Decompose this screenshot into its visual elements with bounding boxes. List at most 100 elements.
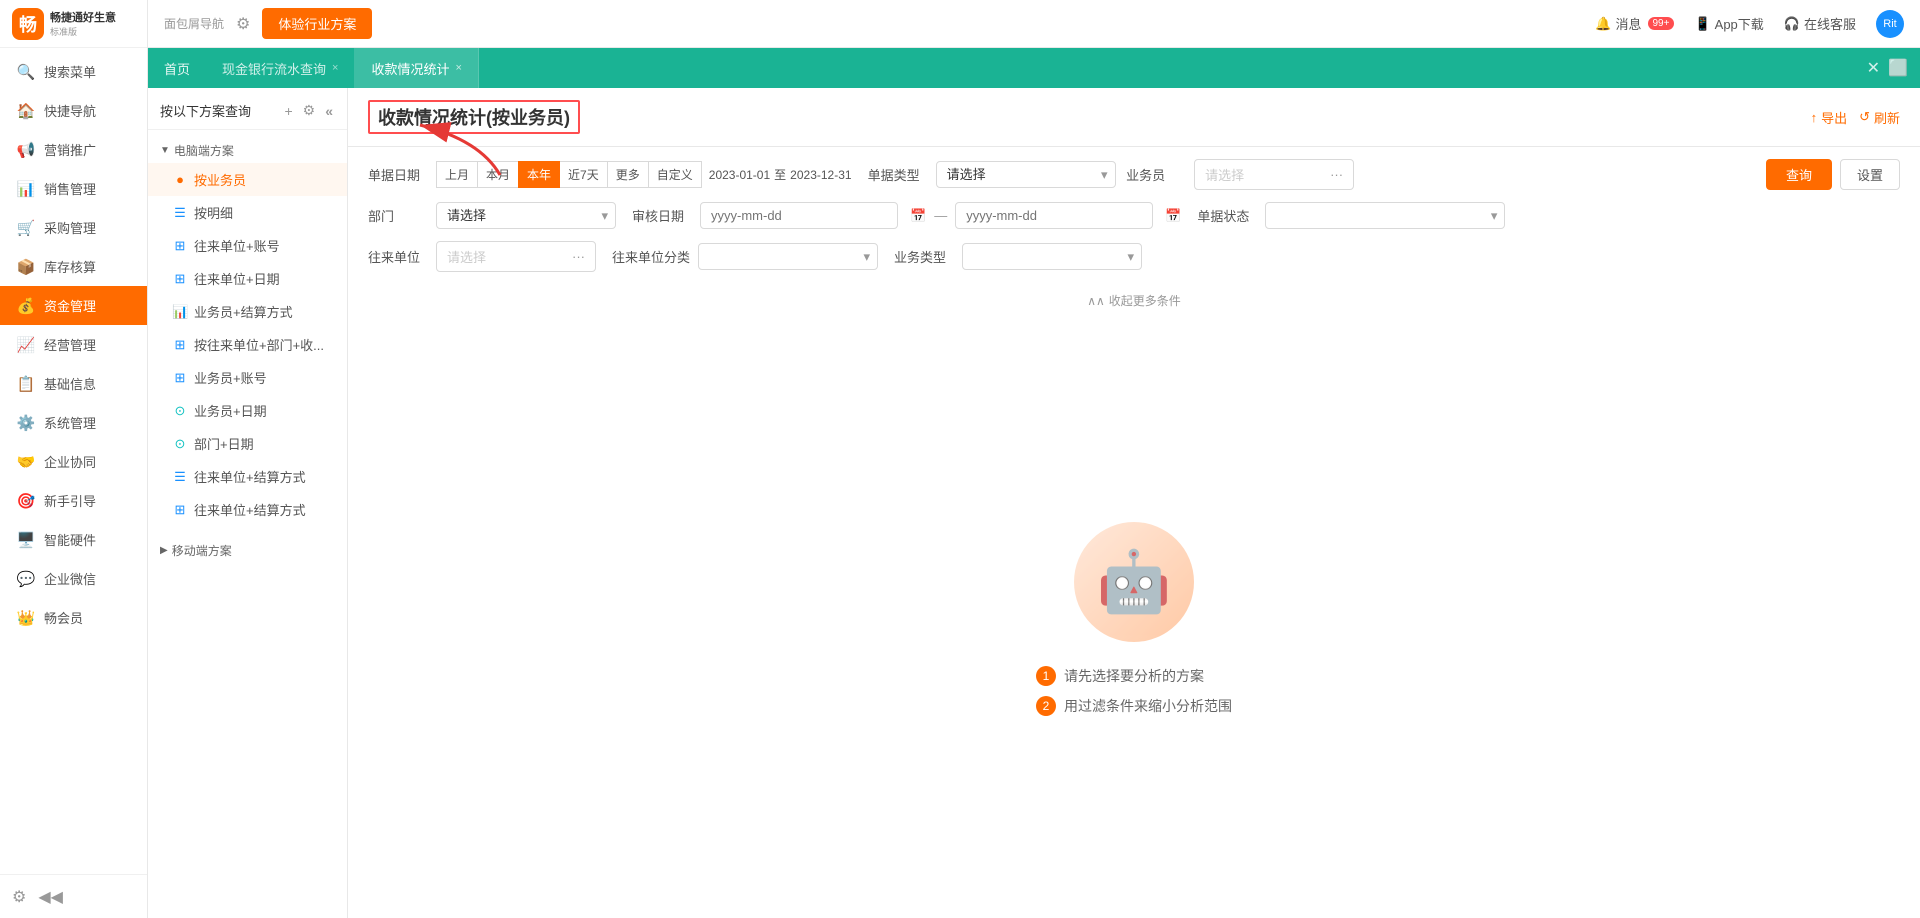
messages-button[interactable]: 🔔 消息 99+ [1595,14,1674,33]
filter-and-content: 单据日期 上月 本月 本年 近7天 更多 自定义 2023-01-01 [348,147,1920,918]
target-icon: 🎯 [16,492,36,510]
detail-plan-icon: ☰ [172,205,188,221]
sidebar-item-inventory[interactable]: 📦 库存核算 [0,247,147,286]
plan-item-salesperson-date[interactable]: ⊙ 业务员+日期 [148,394,347,427]
sidebar-item-marketing[interactable]: 📢 营销推广 [0,130,147,169]
filter-area: 单据日期 上月 本月 本年 近7天 更多 自定义 2023-01-01 [348,147,1920,329]
app-download-button[interactable]: 📱 App下载 [1694,14,1763,33]
biztype-select[interactable] [962,243,1142,270]
filter-row-3: 往来单位 请选择 ··· 往来单位分类 [368,241,1900,272]
step-1-number: 1 [1036,666,1056,686]
sidebar-item-sales[interactable]: 📊 销售管理 [0,169,147,208]
counterpart-cat-label: 往来单位分类 [612,247,690,266]
tab-cashflow[interactable]: 现金银行流水查询 × [206,48,355,88]
unit-settle2-icon: ⊞ [172,502,188,518]
plan-item-salesperson-settle[interactable]: 📊 业务员+结算方式 [148,295,347,328]
collapse-panel-icon[interactable]: « [323,101,335,121]
sidebar-item-shortcut[interactable]: 🏠 快捷导航 [0,91,147,130]
sidebar-item-label: 新手引导 [44,491,96,510]
sidebar-item-label: 快捷导航 [44,101,96,120]
sidebar-item-label: 采购管理 [44,218,96,237]
main-area: 面包屑导航 ⚙ 体验行业方案 🔔 消息 99+ 📱 App下载 🎧 在线客服 R… [148,0,1920,918]
docstatus-label: 单据状态 [1197,206,1257,225]
docstatus-select[interactable] [1265,202,1505,229]
plan-item-dept-date[interactable]: ⊙ 部门+日期 [148,427,347,460]
calendar-from-icon[interactable]: 📅 [910,208,926,224]
crown-icon: 👑 [16,609,36,627]
plan-group-mobile[interactable]: ▶ 移动端方案 [148,534,347,563]
action-buttons: 查询 设置 [1766,159,1900,190]
add-plan-button[interactable]: + [282,101,294,121]
counterpart-input-wrap[interactable]: 请选择 ··· [436,241,596,272]
audit-date-from[interactable] [700,202,898,229]
collapse-footer-icon[interactable]: ◀◀ [38,887,63,907]
salesperson-input-wrap[interactable]: 请选择 ··· [1194,159,1354,190]
sidebar-item-search[interactable]: 🔍 搜索菜单 [0,52,147,91]
settings-button[interactable]: 设置 [1840,159,1900,190]
date-tab-more[interactable]: 更多 [607,161,649,188]
calendar-to-icon[interactable]: 📅 [1165,208,1181,224]
query-button[interactable]: 查询 [1766,159,1832,190]
sidebar-item-wechat[interactable]: 💬 企业微信 [0,559,147,598]
empty-steps-list: 1 请先选择要分析的方案 2 用过滤条件来缩小分析范围 [1036,666,1232,726]
counterpart-cat-select[interactable] [698,243,878,270]
left-panel-header: 按以下方案查询 + ⚙ « [148,88,347,130]
date-tab-this-month[interactable]: 本月 [477,161,519,188]
tab-collection[interactable]: 收款情况统计 × [355,48,478,88]
sidebar-item-label: 库存核算 [44,257,96,276]
plan-item-unit-settle1[interactable]: ☰ 往来单位+结算方式 [148,460,347,493]
date-tab-this-year[interactable]: 本年 [518,161,560,188]
export-icon: ↑ [1811,110,1818,125]
customer-service-button[interactable]: 🎧 在线客服 [1784,14,1856,33]
refresh-icon: ↺ [1859,109,1870,125]
unit-dept-icon: ⊞ [172,337,188,353]
plan-item-by-salesperson[interactable]: ● 按业务员 [148,163,347,196]
left-panel-title: 按以下方案查询 [160,101,274,120]
clipboard-icon: 📋 [16,375,36,393]
close-window-icon[interactable]: ✕ [1867,58,1880,78]
tab-cashflow-close-icon[interactable]: × [332,62,338,74]
sidebar-item-finance[interactable]: 💰 资金管理 [0,286,147,325]
sidebar-item-basic[interactable]: 📋 基础信息 [0,364,147,403]
sidebar-item-enterprise[interactable]: 🤝 企业协同 [0,442,147,481]
plan-settings-icon[interactable]: ⚙ [301,100,318,121]
sidebar-item-label: 销售管理 [44,179,96,198]
plan-item-unit-date[interactable]: ⊞ 往来单位+日期 [148,262,347,295]
plan-item-salesperson-account[interactable]: ⊞ 业务员+账号 [148,361,347,394]
settings-footer-icon[interactable]: ⚙ [12,887,26,907]
biztype-label: 业务类型 [894,247,954,266]
tabbar: 首页 现金银行流水查询 × 收款情况统计 × ✕ ⬜ [148,48,1920,88]
sidebar-item-member[interactable]: 👑 畅会员 [0,598,147,637]
date-tab-custom[interactable]: 自定义 [648,161,702,188]
tab-home[interactable]: 首页 [148,48,206,88]
monitor-icon: 🖥️ [16,531,36,549]
trial-button[interactable]: 体验行业方案 [262,8,372,39]
topbar-gear-icon[interactable]: ⚙ [236,14,250,34]
maximize-icon[interactable]: ⬜ [1888,58,1908,78]
user-avatar[interactable]: Rit [1876,10,1904,38]
plan-item-unit-dept-collect[interactable]: ⊞ 按往来单位+部门+收... [148,328,347,361]
doctype-select[interactable]: 请选择 [936,161,1116,188]
plan-group-desktop[interactable]: ▼ 电脑端方案 [148,134,347,163]
mobile-expand-arrow-icon: ▶ [160,545,168,556]
sidebar-item-purchase[interactable]: 🛒 采购管理 [0,208,147,247]
topbar: 面包屑导航 ⚙ 体验行业方案 🔔 消息 99+ 📱 App下载 🎧 在线客服 R… [148,0,1920,48]
plan-item-by-detail[interactable]: ☰ 按明细 [148,196,347,229]
plan-item-unit-account[interactable]: ⊞ 往来单位+账号 [148,229,347,262]
refresh-button[interactable]: ↺ 刷新 [1859,108,1900,127]
counterpart-more-icon: ··· [572,249,585,264]
sidebar-item-guide[interactable]: 🎯 新手引导 [0,481,147,520]
plan-item-unit-settle2[interactable]: ⊞ 往来单位+结算方式 [148,493,347,526]
sidebar-item-hardware[interactable]: 🖥️ 智能硬件 [0,520,147,559]
date-tab-7days[interactable]: 近7天 [559,161,608,188]
page-title-row: 收款情况统计(按业务员) ↑ 导出 ↺ 刷新 [368,100,1900,134]
collapse-bar[interactable]: ∧∧ 收起更多条件 [368,284,1900,317]
tab-collection-close-icon[interactable]: × [455,62,461,74]
date-tab-last-month[interactable]: 上月 [436,161,478,188]
sp-account-icon: ⊞ [172,370,188,386]
dept-select[interactable]: 请选择 [436,202,616,229]
sidebar-item-system[interactable]: ⚙️ 系统管理 [0,403,147,442]
export-button[interactable]: ↑ 导出 [1811,108,1848,127]
audit-date-to[interactable] [955,202,1153,229]
sidebar-item-business[interactable]: 📈 经营管理 [0,325,147,364]
